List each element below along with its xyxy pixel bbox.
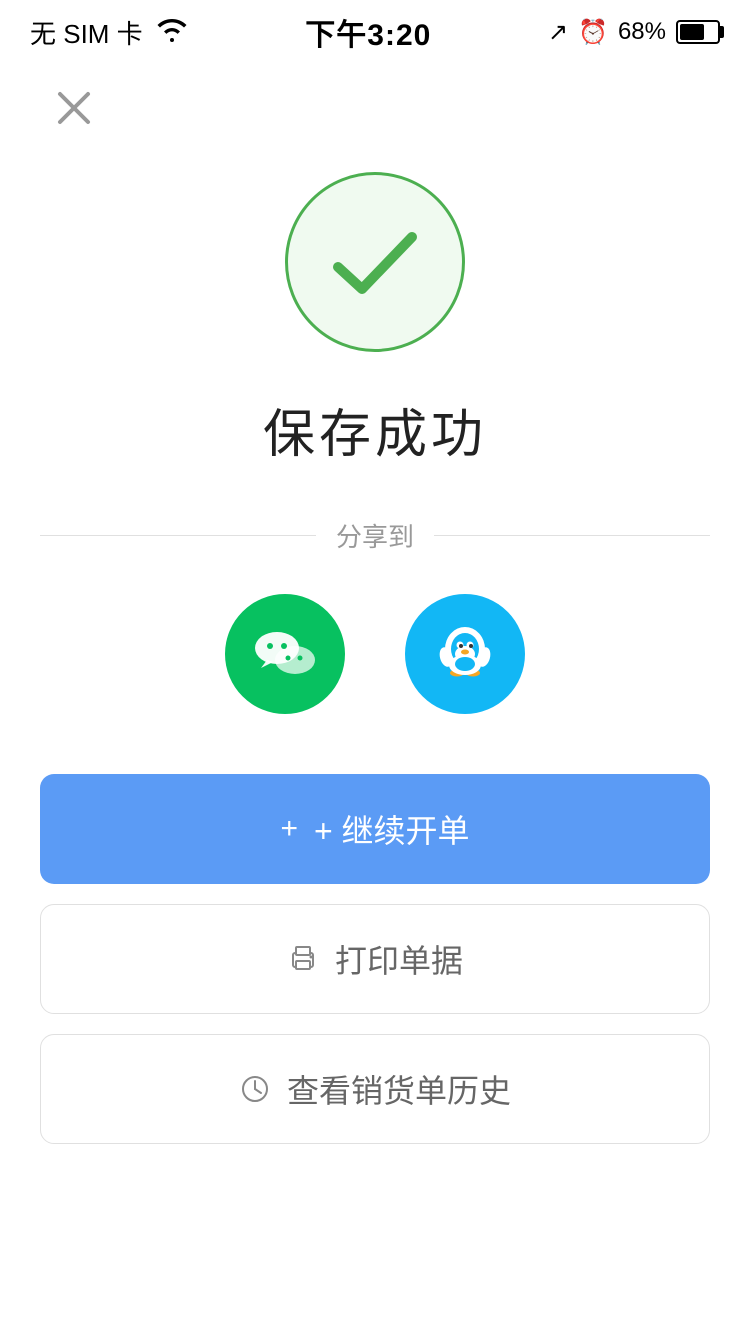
status-left: 无 SIM 卡 bbox=[30, 14, 189, 51]
close-btn-row bbox=[40, 64, 710, 162]
qq-share-button[interactable] bbox=[405, 594, 525, 714]
print-label: 打印单据 bbox=[335, 936, 463, 982]
location-icon: ↗ bbox=[548, 18, 568, 47]
battery-percent: 68% bbox=[618, 18, 666, 46]
history-button[interactable]: 查看销货单历史 bbox=[40, 1034, 710, 1144]
status-right: ↗ ⏰ 68% bbox=[548, 18, 720, 47]
plus-icon: + bbox=[280, 812, 298, 846]
printer-icon bbox=[287, 943, 319, 975]
action-buttons: + + 继续开单 打印单据 bbox=[40, 774, 710, 1144]
divider-line-left bbox=[40, 535, 316, 536]
divider-line-right bbox=[434, 535, 710, 536]
carrier-text: 无 SIM 卡 bbox=[30, 14, 143, 51]
share-divider: 分享到 bbox=[40, 517, 710, 554]
status-time: 下午3:20 bbox=[305, 10, 431, 54]
close-button[interactable] bbox=[50, 84, 98, 132]
battery-icon bbox=[676, 20, 720, 44]
clock-icon bbox=[239, 1073, 271, 1105]
continue-button[interactable]: + + 继续开单 bbox=[40, 774, 710, 884]
continue-label: + 继续开单 bbox=[314, 806, 470, 852]
status-bar: 无 SIM 卡 下午3:20 ↗ ⏰ 68% bbox=[0, 0, 750, 64]
main-content: 保存成功 分享到 bbox=[0, 64, 750, 1144]
alarm-icon: ⏰ bbox=[578, 18, 608, 47]
wifi-icon bbox=[155, 16, 189, 49]
share-icons-row bbox=[225, 594, 525, 714]
wechat-share-button[interactable] bbox=[225, 594, 345, 714]
share-label: 分享到 bbox=[336, 517, 414, 554]
print-button[interactable]: 打印单据 bbox=[40, 904, 710, 1014]
success-title: 保存成功 bbox=[263, 392, 487, 467]
history-label: 查看销货单历史 bbox=[287, 1066, 511, 1112]
success-icon-circle bbox=[285, 172, 465, 352]
